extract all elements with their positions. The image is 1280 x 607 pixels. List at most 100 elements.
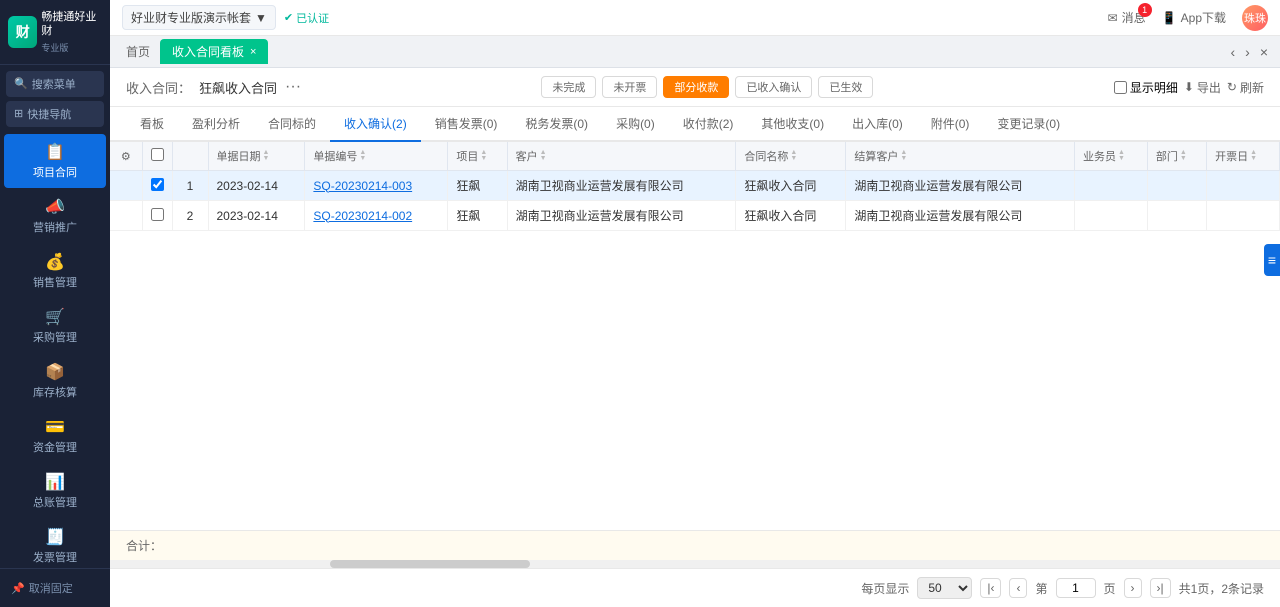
show-detail-checkbox[interactable]: 显示明细	[1114, 79, 1178, 96]
app-logo-text: 畅捷通好业财	[41, 10, 102, 39]
project-icon: 📋	[45, 142, 65, 162]
active-tab[interactable]: 收入合同看板 ×	[160, 39, 268, 64]
prev-page-button[interactable]: ‹	[1009, 578, 1027, 598]
show-detail-input[interactable]	[1114, 81, 1127, 94]
search-icon: 🔍	[14, 77, 28, 90]
refresh-button[interactable]: ↻ 刷新	[1227, 79, 1264, 96]
sidebar-item-capital[interactable]: 💳 资金管理	[4, 409, 106, 463]
app-download-button[interactable]: 📱 App下载	[1162, 9, 1226, 26]
sub-tabs: 看板 盈利分析 合同标的 收入确认(2) 销售发票(0) 税务发票(0) 采购(…	[110, 107, 1280, 142]
sidebar-item-general[interactable]: 📊 总账管理	[4, 464, 106, 518]
tab-income-confirm[interactable]: 收入确认(2)	[330, 107, 421, 142]
row2-doc-no[interactable]: SQ-20230214-002	[305, 201, 448, 231]
settings-icon[interactable]: ⚙	[121, 151, 131, 163]
status-partial-payment[interactable]: 部分收款	[663, 76, 729, 98]
page-word: 第	[1035, 580, 1047, 597]
export-icon: ⬇	[1184, 80, 1194, 94]
sidebar-nav: 📋 项目合同 📣 营销推广 💰 销售管理 🛒 采购管理 📦 库存核算 💳 资金管…	[0, 129, 110, 568]
row2-department	[1147, 201, 1206, 231]
th-settle-customer[interactable]: 结算客户 ▲▼	[846, 142, 1075, 171]
row2-salesman	[1075, 201, 1148, 231]
row1-checkbox[interactable]	[142, 171, 172, 201]
tab-dashboard[interactable]: 看板	[126, 107, 178, 142]
row2-settings	[110, 201, 142, 231]
row1-doc-no[interactable]: SQ-20230214-003	[305, 171, 448, 201]
unpin-button[interactable]: 📌 取消固定	[6, 575, 104, 601]
header-right: ✉ 消息 1 📱 App下载 珠珠	[1108, 5, 1268, 31]
tab-payment[interactable]: 收付款(2)	[669, 107, 748, 142]
status-income-confirmed[interactable]: 已收入确认	[735, 76, 812, 98]
contract-title-area: 收入合同： 狂飙收入合同 ···	[126, 78, 301, 97]
row1-project: 狂飙	[448, 171, 507, 201]
grid-icon: ⊞	[14, 107, 23, 120]
sidebar-item-sales[interactable]: 💰 销售管理	[4, 244, 106, 298]
tab-purchase[interactable]: 采购(0)	[602, 107, 669, 142]
tab-profit[interactable]: 盈利分析	[178, 107, 254, 142]
company-selector[interactable]: 好业财专业版演示帐套 ▼	[122, 5, 276, 30]
status-incomplete[interactable]: 未完成	[541, 76, 596, 98]
breadcrumb-home[interactable]: 首页	[118, 43, 158, 60]
sidebar-item-project[interactable]: 📋 项目合同	[4, 134, 106, 188]
app-logo-icon: 财	[8, 16, 37, 48]
sales-icon: 💰	[45, 252, 65, 272]
th-customer[interactable]: 客户 ▲▼	[507, 142, 736, 171]
row2-checkbox[interactable]	[142, 201, 172, 231]
sidebar-item-inventory[interactable]: 📦 库存核算	[4, 354, 106, 408]
th-date[interactable]: 单据日期 ▲▼	[208, 142, 305, 171]
th-settings: ⚙	[110, 142, 142, 171]
tab-close-all-button[interactable]: ×	[1256, 42, 1272, 62]
invoice-icon: 🧾	[45, 527, 65, 547]
row2-customer: 湖南卫视商业运营发展有限公司	[507, 201, 736, 231]
pagination: 每页显示 50 100 200 |‹ ‹ 第 页 › ›| 共1页，2条记录	[110, 568, 1280, 607]
tab-next-button[interactable]: ›	[1241, 42, 1254, 62]
status-uninvoiced[interactable]: 未开票	[602, 76, 657, 98]
per-page-select[interactable]: 50 100 200	[917, 577, 972, 599]
select-all-checkbox[interactable]	[151, 148, 164, 161]
tab-other-income[interactable]: 其他收支(0)	[747, 107, 838, 142]
scrollbar-thumb[interactable]	[330, 560, 530, 568]
download-icon: 📱	[1162, 11, 1177, 25]
sidebar-item-invoice[interactable]: 🧾 发票管理	[4, 519, 106, 568]
tab-prev-button[interactable]: ‹	[1226, 42, 1239, 62]
sidebar-item-purchase[interactable]: 🛒 采购管理	[4, 299, 106, 353]
user-avatar[interactable]: 珠珠	[1242, 5, 1268, 31]
th-contract-name[interactable]: 合同名称 ▲▼	[736, 142, 846, 171]
tab-sales-invoice[interactable]: 销售发票(0)	[421, 107, 512, 142]
export-button[interactable]: ⬇ 导出	[1184, 79, 1221, 96]
tab-close-icon[interactable]: ×	[250, 46, 256, 58]
tab-change-log[interactable]: 变更记录(0)	[983, 107, 1074, 142]
th-department[interactable]: 部门 ▲▼	[1147, 142, 1206, 171]
messages-button[interactable]: ✉ 消息 1	[1108, 9, 1146, 26]
th-project[interactable]: 项目 ▲▼	[448, 142, 507, 171]
status-effective[interactable]: 已生效	[818, 76, 873, 98]
contract-actions: 显示明细 ⬇ 导出 ↻ 刷新	[1114, 79, 1264, 96]
next-page-button[interactable]: ›	[1124, 578, 1142, 598]
sidebar-item-marketing[interactable]: 📣 营销推广	[4, 189, 106, 243]
table-row[interactable]: 1 2023-02-14 SQ-20230214-003 狂飙 湖南卫视商业运营…	[110, 171, 1280, 201]
sidebar-logo: 财 畅捷通好业财 专业版	[0, 0, 110, 65]
row2-check-input[interactable]	[151, 208, 164, 221]
table-row[interactable]: 2 2023-02-14 SQ-20230214-002 狂飙 湖南卫视商业运营…	[110, 201, 1280, 231]
th-salesman[interactable]: 业务员 ▲▼	[1075, 142, 1148, 171]
sort-arrows-contract: ▲▼	[790, 150, 797, 161]
page-number-input[interactable]	[1056, 578, 1096, 598]
main-area: 好业财专业版演示帐套 ▼ ✔ 已认证 ✉ 消息 1 📱 App下载 珠珠	[110, 0, 1280, 607]
tab-standard[interactable]: 合同标的	[254, 107, 330, 142]
side-panel-icon[interactable]: ≡	[1264, 244, 1280, 276]
row1-check-input[interactable]	[151, 178, 164, 191]
horizontal-scrollbar[interactable]	[110, 560, 1280, 568]
general-icon: 📊	[45, 472, 65, 492]
tab-warehouse[interactable]: 出入库(0)	[838, 107, 917, 142]
tab-tax-invoice[interactable]: 税务发票(0)	[511, 107, 602, 142]
th-doc-no[interactable]: 单据编号 ▲▼	[305, 142, 448, 171]
row1-date: 2023-02-14	[208, 171, 305, 201]
row2-contract-name: 狂飙收入合同	[736, 201, 846, 231]
quick-nav-button[interactable]: ⊞ 快捷导航	[6, 101, 104, 127]
first-page-button[interactable]: |‹	[980, 578, 1001, 598]
last-page-button[interactable]: ›|	[1150, 578, 1171, 598]
th-open-date[interactable]: 开票日 ▲▼	[1207, 142, 1280, 171]
message-icon: ✉	[1108, 11, 1118, 25]
contract-more-button[interactable]: ···	[285, 78, 301, 96]
tab-attachments[interactable]: 附件(0)	[917, 107, 984, 142]
search-menu-button[interactable]: 🔍 搜索菜单	[6, 71, 104, 97]
